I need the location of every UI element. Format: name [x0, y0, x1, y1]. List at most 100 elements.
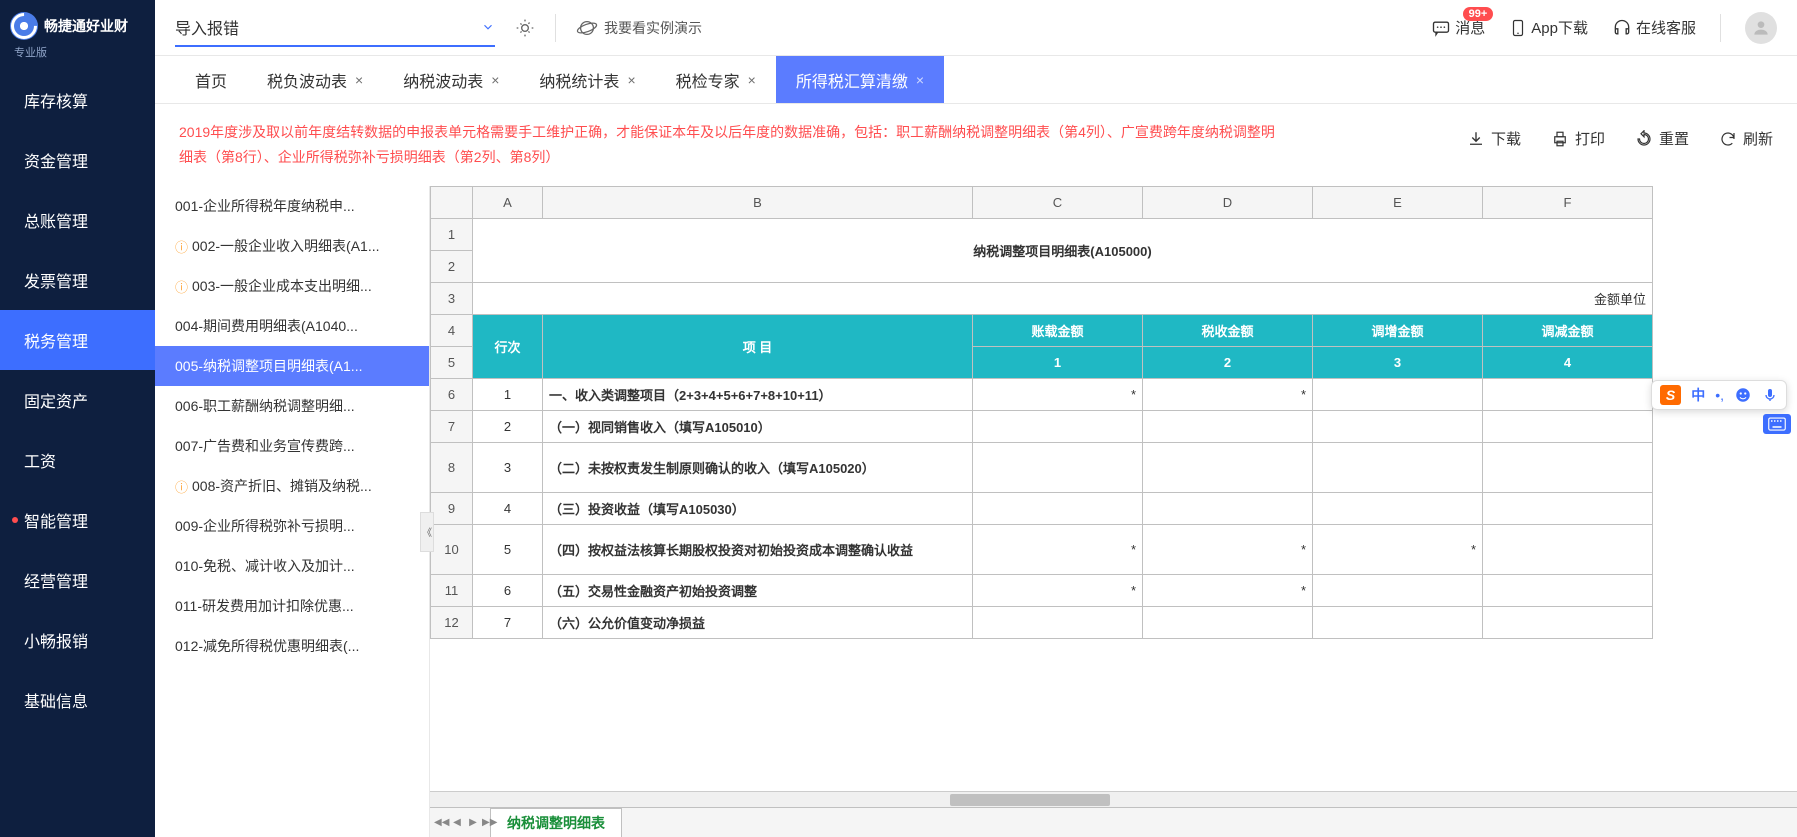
row-header[interactable]: 12 [431, 607, 473, 639]
data-cell[interactable] [1143, 607, 1313, 639]
row-header[interactable]: 1 [431, 219, 473, 251]
data-cell[interactable] [973, 443, 1143, 493]
nav-item[interactable]: 智能管理 [0, 490, 155, 550]
row-header[interactable]: 8 [431, 443, 473, 493]
form-list-item[interactable]: 005-纳税调整项目明细表(A1... [155, 346, 429, 386]
nav-item[interactable]: 税务管理 [0, 310, 155, 370]
data-cell[interactable] [1483, 411, 1653, 443]
nav-item[interactable]: 小畅报销 [0, 610, 155, 670]
tab[interactable]: 税负波动表× [247, 56, 383, 103]
item-cell[interactable]: （二）未按权责发生制原则确认的收入（填写A105020） [543, 443, 973, 493]
form-list-item[interactable]: ⓘ003-一般企业成本支出明细... [155, 266, 429, 306]
data-cell[interactable] [1143, 443, 1313, 493]
column-header[interactable]: D [1143, 187, 1313, 219]
column-header[interactable]: A [473, 187, 543, 219]
ime-emoji-icon[interactable] [1734, 386, 1752, 404]
demo-link[interactable]: 我要看实例演示 [576, 17, 702, 39]
horizontal-scrollbar[interactable] [430, 791, 1797, 807]
print-button[interactable]: 打印 [1551, 128, 1605, 149]
row-header[interactable]: 11 [431, 575, 473, 607]
ime-lang[interactable]: 中 [1691, 385, 1705, 405]
nav-item[interactable]: 库存核算 [0, 70, 155, 130]
nav-item[interactable]: 基础信息 [0, 670, 155, 730]
avatar[interactable] [1745, 12, 1777, 44]
column-header[interactable]: E [1313, 187, 1483, 219]
nav-item[interactable]: 工资 [0, 430, 155, 490]
data-cell[interactable] [1143, 411, 1313, 443]
data-cell[interactable]: * [973, 525, 1143, 575]
spreadsheet-grid[interactable]: ABCDEF1纳税调整项目明细表(A105000)23金额单位4行次项 目账载金… [430, 186, 1797, 791]
data-cell[interactable] [1313, 607, 1483, 639]
nav-item[interactable]: 资金管理 [0, 130, 155, 190]
row-header[interactable]: 5 [431, 347, 473, 379]
row-index-cell[interactable]: 1 [473, 379, 543, 411]
ime-punct-icon[interactable]: •, [1715, 387, 1724, 403]
data-cell[interactable] [973, 493, 1143, 525]
ime-keyboard-icon[interactable] [1763, 414, 1791, 434]
form-list-item[interactable]: ⓘ002-一般企业收入明细表(A1... [155, 226, 429, 266]
chevron-down-icon[interactable] [481, 20, 495, 34]
row-index-cell[interactable]: 7 [473, 607, 543, 639]
row-header[interactable]: 7 [431, 411, 473, 443]
data-cell[interactable]: * [1313, 525, 1483, 575]
row-header[interactable]: 9 [431, 493, 473, 525]
item-cell[interactable]: （四）按权益法核算长期股权投资对初始投资成本调整确认收益 [543, 525, 973, 575]
tab[interactable]: 所得税汇算清缴× [776, 56, 944, 103]
item-cell[interactable]: （六）公允价值变动净损益 [543, 607, 973, 639]
data-cell[interactable]: * [1143, 379, 1313, 411]
collapse-handle[interactable]: 《 [420, 512, 434, 552]
data-cell[interactable] [1483, 443, 1653, 493]
form-list-item[interactable]: 001-企业所得税年度纳税申... [155, 186, 429, 226]
data-cell[interactable] [1483, 607, 1653, 639]
row-index-cell[interactable]: 4 [473, 493, 543, 525]
close-icon[interactable]: × [355, 72, 363, 88]
data-cell[interactable] [1483, 493, 1653, 525]
data-cell[interactable] [973, 607, 1143, 639]
form-list-item[interactable]: 011-研发费用加计扣除优惠... [155, 586, 429, 626]
row-header[interactable]: 3 [431, 283, 473, 315]
row-header[interactable]: 4 [431, 315, 473, 347]
row-index-cell[interactable]: 6 [473, 575, 543, 607]
ime-toolbar[interactable]: S 中 •, [1651, 380, 1787, 410]
data-cell[interactable] [1483, 379, 1653, 411]
form-list-item[interactable]: 010-免税、减计收入及加计... [155, 546, 429, 586]
search-box[interactable]: 导入报错 [175, 9, 495, 47]
online-service-button[interactable]: 在线客服 [1612, 17, 1696, 38]
form-list-item[interactable]: 004-期间费用明细表(A1040... [155, 306, 429, 346]
sheet-nav-controls[interactable]: ◀◀◀▶▶▶ [434, 817, 496, 828]
gear-icon[interactable] [515, 18, 535, 38]
row-header[interactable]: 6 [431, 379, 473, 411]
column-header[interactable]: B [543, 187, 973, 219]
messages-button[interactable]: 消息 99+ [1431, 17, 1485, 38]
data-cell[interactable] [1313, 575, 1483, 607]
form-list-item[interactable]: 007-广告费和业务宣传费跨... [155, 426, 429, 466]
row-header[interactable]: 2 [431, 251, 473, 283]
close-icon[interactable]: × [491, 72, 499, 88]
tab[interactable]: 纳税波动表× [383, 56, 519, 103]
row-index-cell[interactable]: 2 [473, 411, 543, 443]
row-index-cell[interactable]: 3 [473, 443, 543, 493]
data-cell[interactable] [1313, 411, 1483, 443]
row-header[interactable]: 10 [431, 525, 473, 575]
form-list-item[interactable]: 009-企业所得税弥补亏损明... [155, 506, 429, 546]
data-cell[interactable]: * [1143, 575, 1313, 607]
close-icon[interactable]: × [627, 72, 635, 88]
app-download-button[interactable]: App下载 [1509, 17, 1588, 38]
tab[interactable]: 纳税统计表× [519, 56, 655, 103]
nav-item[interactable]: 发票管理 [0, 250, 155, 310]
tab[interactable]: 税检专家× [656, 56, 776, 103]
refresh-button[interactable]: 刷新 [1719, 128, 1773, 149]
item-cell[interactable]: （三）投资收益（填写A105030） [543, 493, 973, 525]
row-index-cell[interactable]: 5 [473, 525, 543, 575]
close-icon[interactable]: × [748, 72, 756, 88]
column-header[interactable]: F [1483, 187, 1653, 219]
reset-button[interactable]: 重置 [1635, 128, 1689, 149]
data-cell[interactable] [973, 411, 1143, 443]
download-button[interactable]: 下载 [1467, 128, 1521, 149]
data-cell[interactable] [1483, 575, 1653, 607]
nav-item[interactable]: 固定资产 [0, 370, 155, 430]
form-list-item[interactable]: 012-减免所得税优惠明细表(... [155, 626, 429, 666]
data-cell[interactable] [1143, 493, 1313, 525]
data-cell[interactable] [1313, 493, 1483, 525]
data-cell[interactable]: * [973, 379, 1143, 411]
